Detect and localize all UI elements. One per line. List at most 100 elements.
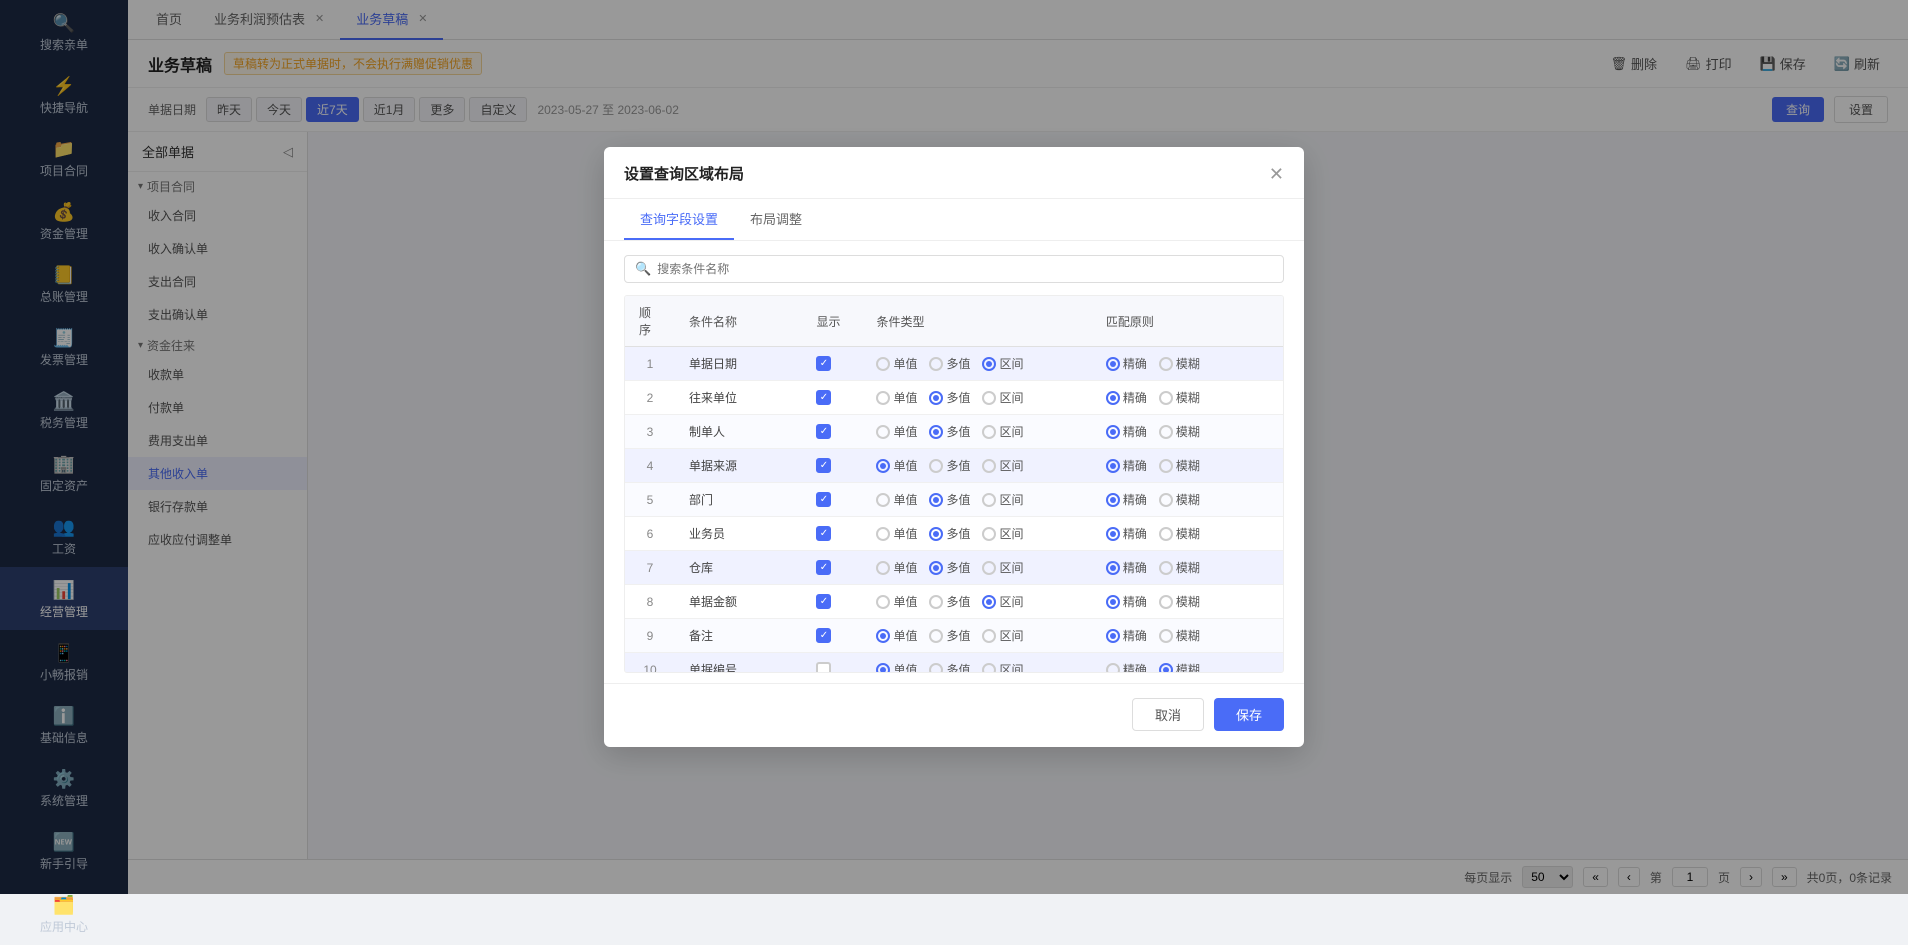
radio-dot [1159, 595, 1173, 609]
match-radio-8-0[interactable]: 精确 [1106, 593, 1147, 610]
type-radio-10-0[interactable]: 单值 [876, 661, 917, 673]
radio-dot [982, 595, 996, 609]
display-checkbox-3[interactable] [816, 424, 831, 439]
type-radio-7-2[interactable]: 区间 [982, 559, 1023, 576]
match-radio-6-1[interactable]: 模糊 [1159, 525, 1200, 542]
cell-display [802, 449, 862, 483]
type-radio-9-2[interactable]: 区间 [982, 627, 1023, 644]
type-radio-1-1[interactable]: 多值 [929, 355, 970, 372]
type-radio-7-1[interactable]: 多值 [929, 559, 970, 576]
type-radio-2-1[interactable]: 多值 [929, 389, 970, 406]
cell-match: 精确模糊 [1092, 347, 1283, 381]
type-radio-group-3: 单值多值区间 [876, 423, 1077, 440]
match-radio-10-1[interactable]: 模糊 [1159, 661, 1200, 673]
type-radio-6-0[interactable]: 单值 [876, 525, 917, 542]
radio-dot [929, 527, 943, 541]
match-radio-6-0[interactable]: 精确 [1106, 525, 1147, 542]
display-checkbox-1[interactable] [816, 356, 831, 371]
match-radio-group-3: 精确模糊 [1106, 423, 1269, 440]
dialog-close-button[interactable]: ✕ [1269, 165, 1284, 183]
display-checkbox-8[interactable] [816, 594, 831, 609]
type-radio-4-1[interactable]: 多值 [929, 457, 970, 474]
type-radio-2-2[interactable]: 区间 [982, 389, 1023, 406]
radio-dot [982, 357, 996, 371]
match-radio-5-0[interactable]: 精确 [1106, 491, 1147, 508]
match-radio-2-1[interactable]: 模糊 [1159, 389, 1200, 406]
radio-dot [1106, 357, 1120, 371]
match-radio-9-1[interactable]: 模糊 [1159, 627, 1200, 644]
cell-type: 单值多值区间 [862, 585, 1091, 619]
radio-dot [1159, 527, 1173, 541]
type-radio-5-1[interactable]: 多值 [929, 491, 970, 508]
dialog-table-row: 1单据日期单值多值区间精确模糊 [625, 347, 1283, 381]
tab-field-settings[interactable]: 查询字段设置 [624, 199, 734, 240]
match-radio-10-0[interactable]: 精确 [1106, 661, 1147, 673]
type-radio-6-2[interactable]: 区间 [982, 525, 1023, 542]
radio-dot [1106, 629, 1120, 643]
cell-display [802, 483, 862, 517]
display-checkbox-6[interactable] [816, 526, 831, 541]
type-radio-3-0[interactable]: 单值 [876, 423, 917, 440]
dialog-search-input[interactable] [657, 262, 1273, 276]
dialog-table-row: 10单据编号单值多值区间精确模糊 [625, 653, 1283, 674]
match-radio-2-0[interactable]: 精确 [1106, 389, 1147, 406]
cancel-button[interactable]: 取消 [1132, 698, 1204, 731]
match-radio-5-1[interactable]: 模糊 [1159, 491, 1200, 508]
display-checkbox-5[interactable] [816, 492, 831, 507]
type-radio-1-2[interactable]: 区间 [982, 355, 1023, 372]
match-radio-9-0[interactable]: 精确 [1106, 627, 1147, 644]
display-checkbox-2[interactable] [816, 390, 831, 405]
type-radio-group-9: 单值多值区间 [876, 627, 1077, 644]
type-radio-4-0[interactable]: 单值 [876, 457, 917, 474]
type-radio-9-1[interactable]: 多值 [929, 627, 970, 644]
radio-dot [1106, 527, 1120, 541]
type-radio-10-1[interactable]: 多值 [929, 661, 970, 673]
cell-order: 10 [625, 653, 675, 674]
type-radio-4-2[interactable]: 区间 [982, 457, 1023, 474]
type-radio-6-1[interactable]: 多值 [929, 525, 970, 542]
match-radio-4-1[interactable]: 模糊 [1159, 457, 1200, 474]
radio-dot [929, 425, 943, 439]
cell-order: 6 [625, 517, 675, 551]
cell-match: 精确模糊 [1092, 619, 1283, 653]
type-radio-5-2[interactable]: 区间 [982, 491, 1023, 508]
type-radio-group-4: 单值多值区间 [876, 457, 1077, 474]
type-radio-1-0[interactable]: 单值 [876, 355, 917, 372]
radio-dot [1106, 425, 1120, 439]
type-radio-9-0[interactable]: 单值 [876, 627, 917, 644]
radio-dot [1159, 561, 1173, 575]
cell-name: 业务员 [675, 517, 802, 551]
tab-layout-settings[interactable]: 布局调整 [734, 199, 818, 240]
type-radio-group-8: 单值多值区间 [876, 593, 1077, 610]
type-radio-8-1[interactable]: 多值 [929, 593, 970, 610]
type-radio-3-1[interactable]: 多值 [929, 423, 970, 440]
type-radio-3-2[interactable]: 区间 [982, 423, 1023, 440]
match-radio-1-1[interactable]: 模糊 [1159, 355, 1200, 372]
display-checkbox-7[interactable] [816, 560, 831, 575]
match-radio-4-0[interactable]: 精确 [1106, 457, 1147, 474]
display-checkbox-9[interactable] [816, 628, 831, 643]
cell-name: 部门 [675, 483, 802, 517]
radio-dot [929, 561, 943, 575]
display-checkbox-10[interactable] [816, 662, 831, 673]
type-radio-7-0[interactable]: 单值 [876, 559, 917, 576]
type-radio-8-2[interactable]: 区间 [982, 593, 1023, 610]
type-radio-5-0[interactable]: 单值 [876, 491, 917, 508]
match-radio-3-1[interactable]: 模糊 [1159, 423, 1200, 440]
type-radio-10-2[interactable]: 区间 [982, 661, 1023, 673]
match-radio-8-1[interactable]: 模糊 [1159, 593, 1200, 610]
cell-display [802, 585, 862, 619]
radio-dot [1106, 595, 1120, 609]
type-radio-8-0[interactable]: 单值 [876, 593, 917, 610]
match-radio-7-0[interactable]: 精确 [1106, 559, 1147, 576]
match-radio-1-0[interactable]: 精确 [1106, 355, 1147, 372]
match-radio-3-0[interactable]: 精确 [1106, 423, 1147, 440]
type-radio-2-0[interactable]: 单值 [876, 389, 917, 406]
match-radio-7-1[interactable]: 模糊 [1159, 559, 1200, 576]
save-dialog-button[interactable]: 保存 [1214, 698, 1284, 731]
dialog-title: 设置查询区域布局 [624, 163, 744, 184]
display-checkbox-4[interactable] [816, 458, 831, 473]
radio-dot [929, 629, 943, 643]
cell-order: 4 [625, 449, 675, 483]
dialog-table-row: 3制单人单值多值区间精确模糊 [625, 415, 1283, 449]
